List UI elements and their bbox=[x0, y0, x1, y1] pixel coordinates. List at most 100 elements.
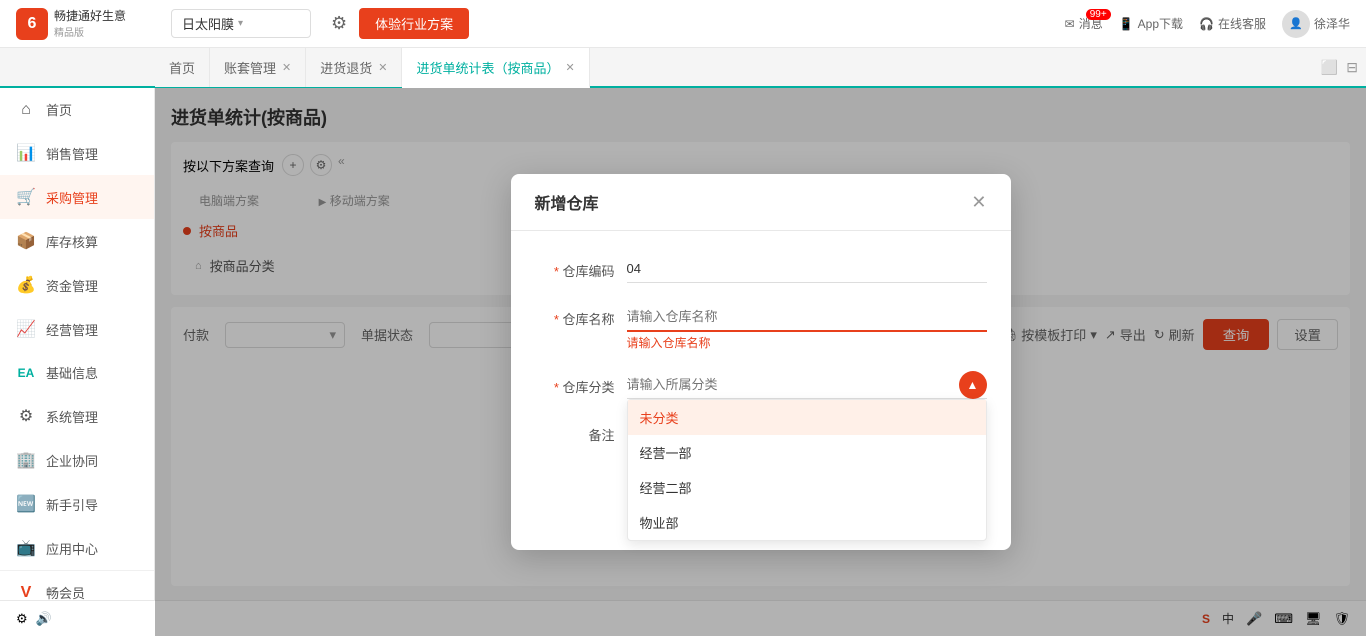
sidebar-sales-label: 销售管理 bbox=[46, 144, 98, 163]
appcenter-icon: 📺 bbox=[16, 538, 36, 558]
top-right: ✉ 消息 99+ 📱 App下载 🎧 在线客服 👤 徐泽华 bbox=[1065, 10, 1350, 38]
store-selector[interactable]: 日太阳膜 ▾ bbox=[171, 9, 311, 38]
sidebar-item-operations[interactable]: 📈 经营管理 bbox=[0, 307, 154, 351]
main-layout: ⌂ 首页 📊 销售管理 🛒 采购管理 📦 库存核算 💰 资金管理 📈 经营管理 … bbox=[0, 88, 1366, 636]
tab-bar-right: ⬜ ⊟ bbox=[1321, 59, 1366, 76]
sidebar-operations-label: 经营管理 bbox=[46, 320, 98, 339]
sidebar-item-basic[interactable]: EA 基础信息 bbox=[0, 351, 154, 394]
top-middle: ⚙ 体验行业方案 bbox=[311, 8, 1065, 39]
online-service-btn[interactable]: 🎧 在线客服 bbox=[1199, 15, 1266, 32]
code-input[interactable] bbox=[627, 255, 987, 283]
sidebar: ⌂ 首页 📊 销售管理 🛒 采购管理 📦 库存核算 💰 资金管理 📈 经营管理 … bbox=[0, 88, 155, 636]
sidebar-item-inventory[interactable]: 📦 库存核算 bbox=[0, 219, 154, 263]
content-area: 进货单统计(按商品) 按以下方案查询 + ⚙ « 电脑端方案 按商品 bbox=[155, 88, 1366, 636]
category-dropdown: 未分类 经营一部 经营二部 物业部 bbox=[627, 399, 987, 541]
name-input[interactable] bbox=[627, 303, 987, 332]
tab-purchase-stats[interactable]: 进货单统计表（按商品） ✕ bbox=[402, 48, 589, 88]
app-logo: 6 bbox=[16, 8, 48, 40]
tab-purchase-return[interactable]: 进货退货 ✕ bbox=[306, 47, 402, 87]
dialog-header: 新增仓库 ✕ bbox=[511, 174, 1011, 231]
tab-home-label: 首页 bbox=[169, 58, 195, 77]
name-error-msg: 请输入仓库名称 bbox=[627, 334, 987, 351]
finance-icon: 💰 bbox=[16, 275, 36, 295]
system-icon: ⚙ bbox=[16, 406, 36, 426]
category-label: * 仓库分类 bbox=[535, 371, 615, 396]
top-bar: 6 畅捷通好生意 精品版 日太阳膜 ▾ ⚙ 体验行业方案 ✉ 消息 99+ 📱 … bbox=[0, 0, 1366, 48]
sidebar-basic-label: 基础信息 bbox=[46, 363, 98, 382]
inventory-icon: 📦 bbox=[16, 231, 36, 251]
tab-bar: 首页 账套管理 ✕ 进货退货 ✕ 进货单统计表（按商品） ✕ ⬜ ⊟ bbox=[0, 48, 1366, 88]
sidebar-appcenter-label: 应用中心 bbox=[46, 539, 98, 558]
tab-collapse-btn[interactable]: ⬜ bbox=[1321, 59, 1338, 76]
store-name: 日太阳膜 bbox=[182, 14, 234, 33]
message-icon: ✉ bbox=[1065, 17, 1075, 31]
dropdown-item-uncategorized[interactable]: 未分类 bbox=[628, 400, 986, 435]
tab-purchase-return-label: 进货退货 bbox=[320, 58, 372, 77]
name-input-wrap: 请输入仓库名称 bbox=[627, 303, 987, 351]
bottom-left: ⚙ 🔊 bbox=[16, 611, 52, 627]
category-input[interactable] bbox=[627, 371, 987, 399]
sales-icon: 📊 bbox=[16, 143, 36, 163]
code-input-wrap bbox=[627, 255, 987, 283]
sidebar-purchase-label: 采购管理 bbox=[46, 188, 98, 207]
dropdown-item-property[interactable]: 物业部 bbox=[628, 505, 986, 540]
app-download-label: App下载 bbox=[1138, 15, 1183, 32]
dialog-close-btn[interactable]: ✕ bbox=[971, 192, 986, 213]
name-row: * 仓库名称 请输入仓库名称 bbox=[535, 303, 987, 351]
operations-icon: 📈 bbox=[16, 319, 36, 339]
tab-purchase-stats-label: 进货单统计表（按商品） bbox=[416, 58, 559, 77]
sidebar-home-label: 首页 bbox=[46, 100, 72, 119]
code-row: * 仓库编码 bbox=[535, 255, 987, 283]
bottom-speaker-icon[interactable]: 🔊 bbox=[36, 611, 52, 627]
tab-account[interactable]: 账套管理 ✕ bbox=[210, 47, 306, 87]
purchase-icon: 🛒 bbox=[16, 187, 36, 207]
enterprise-icon: 🏢 bbox=[16, 450, 36, 470]
code-label: * 仓库编码 bbox=[535, 255, 615, 280]
sidebar-inventory-label: 库存核算 bbox=[46, 232, 98, 251]
basic-icon: EA bbox=[16, 366, 36, 380]
app-download-btn[interactable]: 📱 App下载 bbox=[1119, 15, 1183, 32]
bottom-settings-icon[interactable]: ⚙ bbox=[16, 611, 28, 627]
category-row: * 仓库分类 ▲ 未分类 经营一部 经营二部 物业部 bbox=[535, 371, 987, 399]
message-badge: 99+ bbox=[1086, 9, 1111, 20]
store-dropdown-arrow: ▾ bbox=[238, 18, 243, 29]
tab-home[interactable]: 首页 bbox=[155, 47, 210, 87]
tab-purchase-return-close[interactable]: ✕ bbox=[378, 61, 387, 74]
name-label: * 仓库名称 bbox=[535, 303, 615, 328]
message-btn[interactable]: ✉ 消息 99+ bbox=[1065, 15, 1103, 32]
sidebar-system-label: 系统管理 bbox=[46, 407, 98, 426]
sidebar-enterprise-label: 企业协同 bbox=[46, 451, 98, 470]
sidebar-item-purchase[interactable]: 🛒 采购管理 bbox=[0, 175, 154, 219]
home-icon: ⌂ bbox=[16, 101, 36, 119]
category-select-wrap: ▲ 未分类 经营一部 经营二部 物业部 bbox=[627, 371, 987, 399]
dropdown-item-ops2[interactable]: 经营二部 bbox=[628, 470, 986, 505]
gear-icon[interactable]: ⚙ bbox=[331, 13, 347, 34]
username: 徐泽华 bbox=[1314, 15, 1350, 32]
user-area[interactable]: 👤 徐泽华 bbox=[1282, 10, 1350, 38]
dialog-body: * 仓库编码 * 仓库名称 bbox=[511, 231, 1011, 490]
tab-fullscreen-btn[interactable]: ⊟ bbox=[1346, 59, 1358, 76]
tab-account-label: 账套管理 bbox=[224, 58, 276, 77]
dropdown-item-ops1[interactable]: 经营一部 bbox=[628, 435, 986, 470]
tab-account-close[interactable]: ✕ bbox=[282, 61, 291, 74]
sidebar-finance-label: 资金管理 bbox=[46, 276, 98, 295]
phone-icon: 📱 bbox=[1119, 17, 1134, 31]
avatar: 👤 bbox=[1282, 10, 1310, 38]
tab-purchase-stats-close[interactable]: ✕ bbox=[566, 61, 575, 74]
sidebar-item-guide[interactable]: 🆕 新手引导 bbox=[0, 482, 154, 526]
category-dropdown-btn[interactable]: ▲ bbox=[959, 371, 987, 399]
sidebar-item-appcenter[interactable]: 📺 应用中心 bbox=[0, 526, 154, 570]
company-name: 畅捷通好生意 bbox=[54, 8, 126, 25]
sidebar-item-sales[interactable]: 📊 销售管理 bbox=[0, 131, 154, 175]
sidebar-item-enterprise[interactable]: 🏢 企业协同 bbox=[0, 438, 154, 482]
edition-label: 精品版 bbox=[54, 24, 126, 39]
sidebar-guide-label: 新手引导 bbox=[46, 495, 98, 514]
sidebar-item-home[interactable]: ⌂ 首页 bbox=[0, 88, 154, 131]
sidebar-item-system[interactable]: ⚙ 系统管理 bbox=[0, 394, 154, 438]
logo-area: 6 畅捷通好生意 精品版 bbox=[16, 8, 171, 40]
sidebar-item-finance[interactable]: 💰 资金管理 bbox=[0, 263, 154, 307]
notes-label: 备注 bbox=[535, 419, 615, 444]
online-service-label: 在线客服 bbox=[1218, 15, 1266, 32]
try-button[interactable]: 体验行业方案 bbox=[359, 8, 469, 39]
member-icon: V bbox=[16, 584, 36, 602]
